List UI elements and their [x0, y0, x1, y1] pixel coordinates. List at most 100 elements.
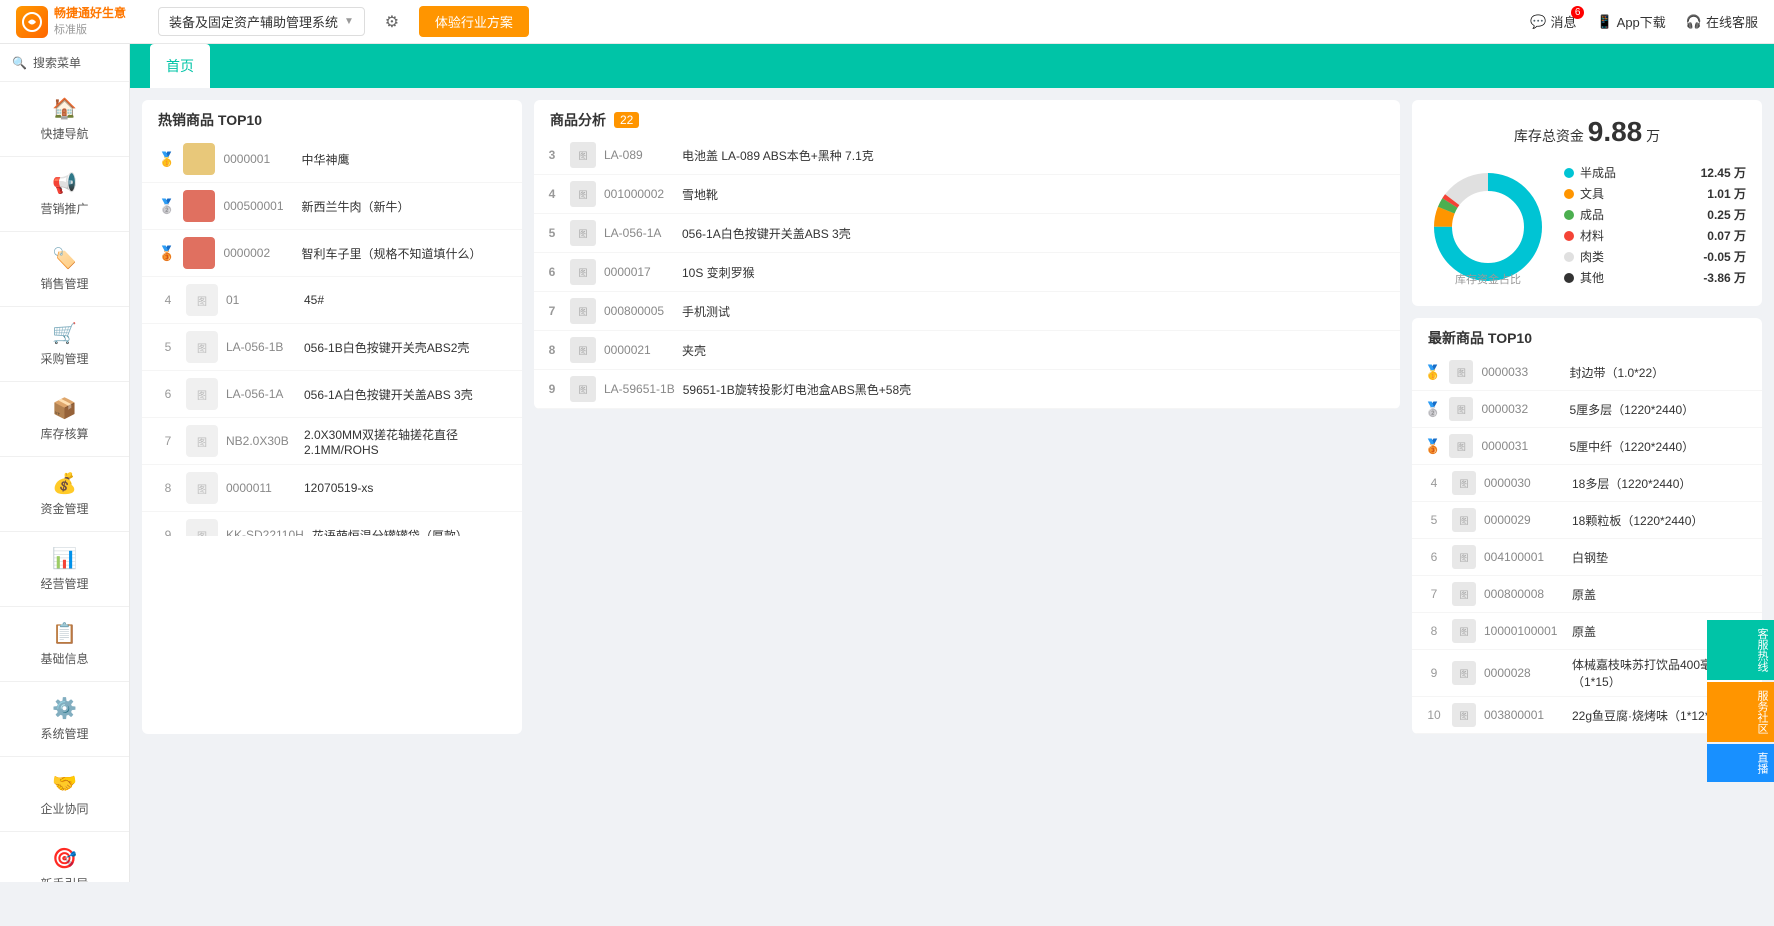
- rank-number: 7: [1424, 587, 1444, 601]
- legend-value: -3.86 万: [1703, 269, 1746, 286]
- legend-value: 12.45 万: [1701, 164, 1746, 181]
- float-customer-service-btn[interactable]: 客服热线: [1707, 620, 1774, 680]
- product-name: 12070519-xs: [304, 481, 506, 495]
- product-thumbnail: 图: [186, 284, 218, 316]
- search-menu-item[interactable]: 🔍 搜索菜单: [0, 44, 129, 82]
- legend-item: 文具 1.01 万: [1564, 185, 1746, 202]
- product-code: 0000032: [1481, 402, 1561, 416]
- rank-number: 8: [542, 343, 562, 357]
- product-code: 10000100001: [1484, 624, 1564, 638]
- product-name: 手机测试: [682, 303, 1392, 320]
- middle-column: 商品分析 22 3 图 LA-089 电池盖 LA-089 ABS本色+黑种 7…: [534, 100, 1400, 734]
- legend-name: 其他: [1580, 269, 1697, 286]
- product-img: 图: [570, 142, 596, 168]
- app-label: App下载: [1617, 12, 1666, 31]
- product-code: 0000021: [604, 343, 674, 357]
- legend-name: 材料: [1580, 227, 1701, 244]
- sidebar-label-sales: 销售管理: [40, 275, 88, 292]
- sidebar-item-operations[interactable]: 📊 经营管理: [0, 532, 129, 607]
- sidebar-item-marketing[interactable]: 📢 营销推广: [0, 157, 129, 232]
- sidebar-item-guide[interactable]: 🎯 新手引导: [0, 832, 129, 882]
- cart-icon: 🛒: [52, 321, 77, 346]
- product-ranking-panel: 商品分析 22 3 图 LA-089 电池盖 LA-089 ABS本色+黑种 7…: [534, 100, 1400, 409]
- handshake-icon: 🤝: [52, 771, 77, 796]
- tag-icon: 🏷️: [52, 246, 77, 271]
- system-name: 装备及固定资产辅助管理系统: [169, 12, 338, 31]
- message-icon: 💬: [1530, 14, 1546, 30]
- inventory-total: 库存总资金 9.88 万: [1428, 108, 1746, 156]
- legend-dot: [1564, 273, 1574, 283]
- sidebar-item-system[interactable]: ⚙️ 系统管理: [0, 682, 129, 757]
- donut-section: 库存资金占比 半成品 12.45 万 文具 1.01 万 成品 0.25 万 材…: [1428, 156, 1746, 298]
- legend-item: 肉类 -0.05 万: [1564, 248, 1746, 265]
- product-ranking-item: 6 图 0000017 10S 变刺罗猴: [534, 253, 1400, 292]
- newest-products-header: 最新商品 TOP10: [1412, 318, 1762, 354]
- newest-product-item: 5 图 0000029 18颗粒板（1220*2440）: [1412, 502, 1762, 539]
- newest-product-item: 6 图 004100001 白钢垫: [1412, 539, 1762, 576]
- rank-number: 4: [1424, 476, 1444, 490]
- newest-products-title: 最新商品 TOP10: [1428, 328, 1532, 348]
- product-ranking-item: 4 图 001000002 雪地靴: [534, 175, 1400, 214]
- sidebar-item-finance[interactable]: 💰 资金管理: [0, 457, 129, 532]
- trial-button[interactable]: 体验行业方案: [419, 6, 529, 37]
- product-name: 18多层（1220*2440）: [1572, 475, 1750, 492]
- product-name: 新西兰牛肉（新牛）: [301, 198, 506, 215]
- product-name: 056-1A白色按键开关盖ABS 3壳: [682, 225, 1392, 242]
- product-ranking-item: 7 图 000800005 手机测试: [534, 292, 1400, 331]
- legend-dot: [1564, 168, 1574, 178]
- product-code: 0000017: [604, 265, 674, 279]
- legend-value: 0.07 万: [1707, 227, 1746, 244]
- sidebar-item-quick-nav[interactable]: 🏠 快捷导航: [0, 82, 129, 157]
- product-img: 图: [570, 259, 596, 285]
- sidebar-item-enterprise[interactable]: 🤝 企业协同: [0, 757, 129, 832]
- sidebar-label-operations: 经营管理: [40, 575, 88, 592]
- chevron-down-icon: ▼: [344, 16, 354, 27]
- sidebar-item-inventory[interactable]: 📦 库存核算: [0, 382, 129, 457]
- legend-item: 材料 0.07 万: [1564, 227, 1746, 244]
- hot-product-item: 9 图 KK-SD22110H 花语萌恒温分罐罐袋（厚款）: [142, 512, 522, 536]
- product-name: 花语萌恒温分罐罐袋（厚款）: [312, 527, 506, 537]
- product-code: LA-056-1B: [226, 340, 296, 354]
- system-selector[interactable]: 装备及固定资产辅助管理系统 ▼: [158, 7, 365, 36]
- product-thumbnail: [183, 237, 215, 269]
- money-icon: 💰: [52, 471, 77, 496]
- rank-number: 8: [1424, 624, 1444, 638]
- main-content: 首页 热销商品 TOP10 🥇 0000001 中华神鹰 🥈 000500001…: [130, 44, 1774, 746]
- product-img: 图: [570, 298, 596, 324]
- hot-products-header: 热销商品 TOP10: [142, 100, 522, 136]
- sidebar-item-basics[interactable]: 📋 基础信息: [0, 607, 129, 682]
- sidebar-item-purchase[interactable]: 🛒 采购管理: [0, 307, 129, 382]
- product-name: 2.0X30MM双搓花轴搓花直径2.1MM/ROHS: [304, 426, 506, 457]
- tab-home-label: 首页: [166, 56, 194, 76]
- app-download-button[interactable]: 📱 App下载: [1596, 12, 1665, 31]
- legend-item: 半成品 12.45 万: [1564, 164, 1746, 181]
- product-code: 000800008: [1484, 587, 1564, 601]
- online-service-button[interactable]: 🎧 在线客服: [1686, 12, 1758, 31]
- product-code: 0000011: [226, 481, 296, 495]
- tab-home[interactable]: 首页: [150, 44, 210, 88]
- hot-product-item: 4 图 01 45#: [142, 277, 522, 324]
- sidebar-item-sales[interactable]: 🏷️ 销售管理: [0, 232, 129, 307]
- sidebar-label-purchase: 采购管理: [40, 350, 88, 367]
- product-thumbnail: [183, 190, 215, 222]
- settings-button[interactable]: ⚙: [377, 7, 407, 37]
- medal-icon: 🥇: [1424, 364, 1441, 381]
- messages-button[interactable]: 💬 消息 6: [1530, 12, 1576, 31]
- rank-number: 5: [1424, 513, 1444, 527]
- product-thumbnail: 图: [186, 472, 218, 504]
- hot-products-list: 🥇 0000001 中华神鹰 🥈 000500001 新西兰牛肉（新牛） 🥉 0…: [142, 136, 522, 536]
- product-ranking-item: 5 图 LA-056-1A 056-1A白色按键开关盖ABS 3壳: [534, 214, 1400, 253]
- inventory-summary: 库存总资金 9.88 万: [1412, 100, 1762, 306]
- float-community-btn[interactable]: 服务社区: [1707, 682, 1774, 742]
- float-service: 客服热线 服务社区 直播: [1707, 620, 1774, 782]
- inventory-amount: 9.88: [1588, 116, 1643, 147]
- product-ranking-title: 商品分析: [550, 110, 606, 130]
- donut-chart: 库存资金占比: [1428, 167, 1548, 287]
- rank-number: 4: [542, 187, 562, 201]
- product-name: 夹壳: [682, 342, 1392, 359]
- float-live-btn[interactable]: 直播: [1707, 744, 1774, 782]
- product-name: 电池盖 LA-089 ABS本色+黑种 7.1克: [682, 147, 1392, 164]
- sidebar-label-finance: 资金管理: [40, 500, 88, 517]
- product-code: 0000002: [223, 246, 293, 260]
- legend-item: 其他 -3.86 万: [1564, 269, 1746, 286]
